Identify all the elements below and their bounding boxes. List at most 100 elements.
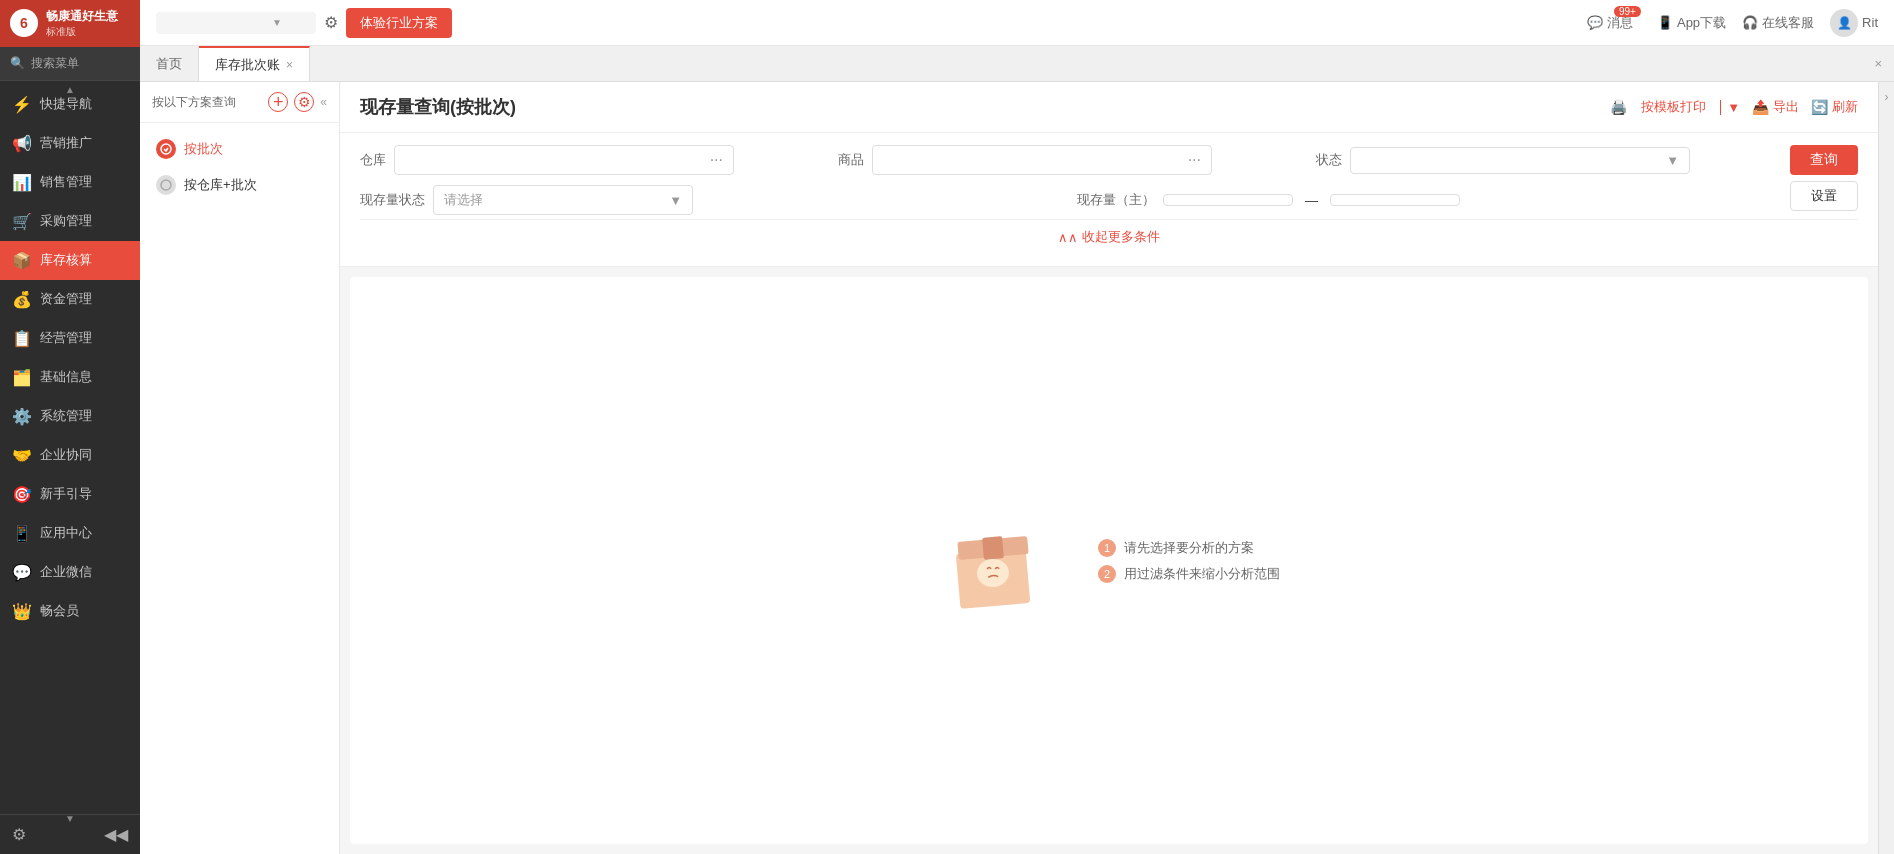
inventory-status-placeholder: 请选择 bbox=[444, 191, 483, 209]
plan-icon-warehouse-batch bbox=[156, 175, 176, 195]
page-title: 现存量查询(按批次) bbox=[360, 95, 516, 119]
search-icon: 🔍 bbox=[10, 56, 25, 70]
left-panel-title: 按以下方案查询 bbox=[152, 94, 236, 111]
print-button[interactable]: 按模板打印 bbox=[1631, 94, 1716, 120]
plan-icon-batch bbox=[156, 139, 176, 159]
inventory-status-select[interactable]: 请选择 ▼ bbox=[433, 185, 693, 215]
refresh-button[interactable]: 🔄 刷新 bbox=[1811, 98, 1858, 116]
product-input[interactable]: ··· bbox=[872, 145, 1212, 175]
product-filter: 商品 ··· bbox=[838, 145, 1300, 175]
topbar-search-input[interactable] bbox=[166, 16, 266, 30]
online-service-button[interactable]: 🎧 在线客服 bbox=[1742, 14, 1814, 32]
sidebar-item-system[interactable]: ⚙️ 系统管理 bbox=[0, 397, 140, 436]
phone-icon: 📱 bbox=[1657, 15, 1673, 30]
print-icon: 🖨️ bbox=[1610, 99, 1627, 115]
warehouse-dots[interactable]: ··· bbox=[710, 151, 723, 169]
warehouse-label: 仓库 bbox=[360, 151, 386, 169]
settings-gear-icon[interactable]: ⚙ bbox=[12, 825, 26, 844]
collapse-more-button[interactable]: ∧∧ 收起更多条件 bbox=[360, 219, 1858, 254]
sidebar-item-inventory[interactable]: 📦 库存核算 bbox=[0, 241, 140, 280]
sidebar-item-sales[interactable]: 📊 销售管理 bbox=[0, 163, 140, 202]
inventory-qty-to[interactable] bbox=[1330, 194, 1460, 206]
purchase-icon: 🛒 bbox=[12, 212, 32, 231]
guide-icon: 🎯 bbox=[12, 485, 32, 504]
status-select[interactable]: ▼ bbox=[1350, 147, 1690, 174]
inventory-status-filter: 现存量状态 请选择 ▼ bbox=[360, 185, 1061, 215]
appstore-icon: 📱 bbox=[12, 524, 32, 543]
topbar-left: ▼ ⚙ 体验行业方案 bbox=[156, 8, 1575, 38]
empty-tip-1: 1 请先选择要分析的方案 bbox=[1098, 539, 1280, 557]
left-panel: 按以下方案查询 + ⚙ « 按批次 按仓库 bbox=[140, 82, 340, 854]
print-btn-group: 🖨️ 按模板打印 ▼ bbox=[1610, 94, 1740, 120]
sidebar-item-appstore[interactable]: 📱 应用中心 bbox=[0, 514, 140, 553]
filter-row-1: 仓库 ··· 商品 ··· bbox=[360, 145, 1778, 175]
tab-close-icon[interactable]: × bbox=[286, 58, 293, 72]
messages-button[interactable]: 💬 消息 99+ bbox=[1587, 14, 1633, 32]
sidebar-item-guide[interactable]: 🎯 新手引导 bbox=[0, 475, 140, 514]
sidebar: 6 畅康通好生意 标准版 🔍 搜索菜单 ▲ ⚡ 快捷导航 📢 营销推广 📊 销售… bbox=[0, 0, 140, 854]
tab-close-page-icon[interactable]: × bbox=[1862, 56, 1894, 71]
topbar-search-dropdown-icon[interactable]: ▼ bbox=[272, 17, 282, 28]
empty-tip-2: 2 用过滤条件来缩小分析范围 bbox=[1098, 565, 1280, 583]
quicknav-icon: ⚡ bbox=[12, 95, 32, 114]
member-icon: 👑 bbox=[12, 602, 32, 621]
sidebar-nav: ⚡ 快捷导航 📢 营销推广 📊 销售管理 🛒 采购管理 📦 库存核算 💰 资金管… bbox=[0, 85, 140, 810]
topbar: ▼ ⚙ 体验行业方案 💬 消息 99+ 📱 App下载 🎧 在线客服 👤 bbox=[140, 0, 1894, 46]
plan-settings-icon[interactable]: ⚙ bbox=[294, 92, 314, 112]
sidebar-item-finance[interactable]: 💰 资金管理 bbox=[0, 280, 140, 319]
page-header: 现存量查询(按批次) 🖨️ 按模板打印 ▼ 📤 导出 🔄 刷新 bbox=[340, 82, 1878, 133]
right-handle[interactable]: › bbox=[1878, 82, 1894, 854]
tip1-text: 请先选择要分析的方案 bbox=[1124, 539, 1254, 557]
export-button[interactable]: 📤 导出 bbox=[1752, 98, 1799, 116]
sales-icon: 📊 bbox=[12, 173, 32, 192]
sidebar-item-basic[interactable]: 🗂️ 基础信息 bbox=[0, 358, 140, 397]
app-download-button[interactable]: 📱 App下载 bbox=[1657, 14, 1726, 32]
status-label: 状态 bbox=[1316, 151, 1342, 169]
close-icon: × bbox=[1874, 56, 1882, 71]
svg-point-1 bbox=[161, 180, 171, 190]
collapse-up-icon: ∧∧ bbox=[1058, 230, 1078, 245]
trial-button[interactable]: 体验行业方案 bbox=[346, 8, 452, 38]
product-dots[interactable]: ··· bbox=[1188, 151, 1201, 169]
product-label: 商品 bbox=[838, 151, 864, 169]
tabbar: 首页 库存批次账 × × bbox=[140, 46, 1894, 82]
warehouse-input[interactable]: ··· bbox=[394, 145, 734, 175]
tip1-number: 1 bbox=[1098, 539, 1116, 557]
sidebar-search[interactable]: 🔍 搜索菜单 bbox=[0, 47, 140, 81]
tip2-number: 2 bbox=[1098, 565, 1116, 583]
sidebar-item-quicknav[interactable]: ⚡ 快捷导航 bbox=[0, 85, 140, 124]
plan-item-by-warehouse-batch[interactable]: 按仓库+批次 bbox=[140, 167, 339, 203]
sidebar-item-member[interactable]: 👑 畅会员 bbox=[0, 592, 140, 631]
system-icon: ⚙️ bbox=[12, 407, 32, 426]
warehouse-filter: 仓库 ··· bbox=[360, 145, 822, 175]
plan-item-by-batch[interactable]: 按批次 bbox=[140, 131, 339, 167]
topbar-search-box[interactable]: ▼ bbox=[156, 12, 316, 34]
sidebar-item-purchase[interactable]: 🛒 采购管理 bbox=[0, 202, 140, 241]
tab-inventory-batch[interactable]: 库存批次账 × bbox=[199, 46, 310, 81]
add-plan-button[interactable]: + bbox=[268, 92, 288, 112]
sidebar-logo: 6 bbox=[10, 9, 38, 37]
collapse-sidebar-icon[interactable]: ◀◀ bbox=[104, 825, 128, 844]
filter-settings-button[interactable]: 设置 bbox=[1790, 181, 1858, 211]
qty-dash: — bbox=[1301, 193, 1322, 208]
sidebar-item-wechat[interactable]: 💬 企业微信 bbox=[0, 553, 140, 592]
query-button[interactable]: 查询 bbox=[1790, 145, 1858, 175]
inventory-qty-from[interactable] bbox=[1163, 194, 1293, 206]
refresh-icon: 🔄 bbox=[1811, 99, 1828, 115]
tab-home[interactable]: 首页 bbox=[140, 46, 199, 81]
sidebar-item-enterprise[interactable]: 🤝 企业协同 bbox=[0, 436, 140, 475]
wechat-icon: 💬 bbox=[12, 563, 32, 582]
topbar-gear-icon[interactable]: ⚙ bbox=[324, 13, 338, 32]
empty-illustration bbox=[938, 501, 1058, 621]
sidebar-item-operation[interactable]: 📋 经营管理 bbox=[0, 319, 140, 358]
filter-action-buttons: 查询 设置 bbox=[1790, 145, 1858, 211]
sidebar-item-marketing[interactable]: 📢 营销推广 bbox=[0, 124, 140, 163]
print-dropdown-icon[interactable]: ▼ bbox=[1720, 100, 1740, 115]
messages-badge: 99+ bbox=[1614, 6, 1641, 17]
status-arrow-icon: ▼ bbox=[1666, 153, 1679, 168]
finance-icon: 💰 bbox=[12, 290, 32, 309]
user-menu[interactable]: 👤 Rit bbox=[1830, 9, 1878, 37]
content-area: 按以下方案查询 + ⚙ « 按批次 按仓库 bbox=[140, 82, 1894, 854]
tab-home-label: 首页 bbox=[156, 55, 182, 73]
collapse-left-panel-icon[interactable]: « bbox=[320, 95, 327, 109]
